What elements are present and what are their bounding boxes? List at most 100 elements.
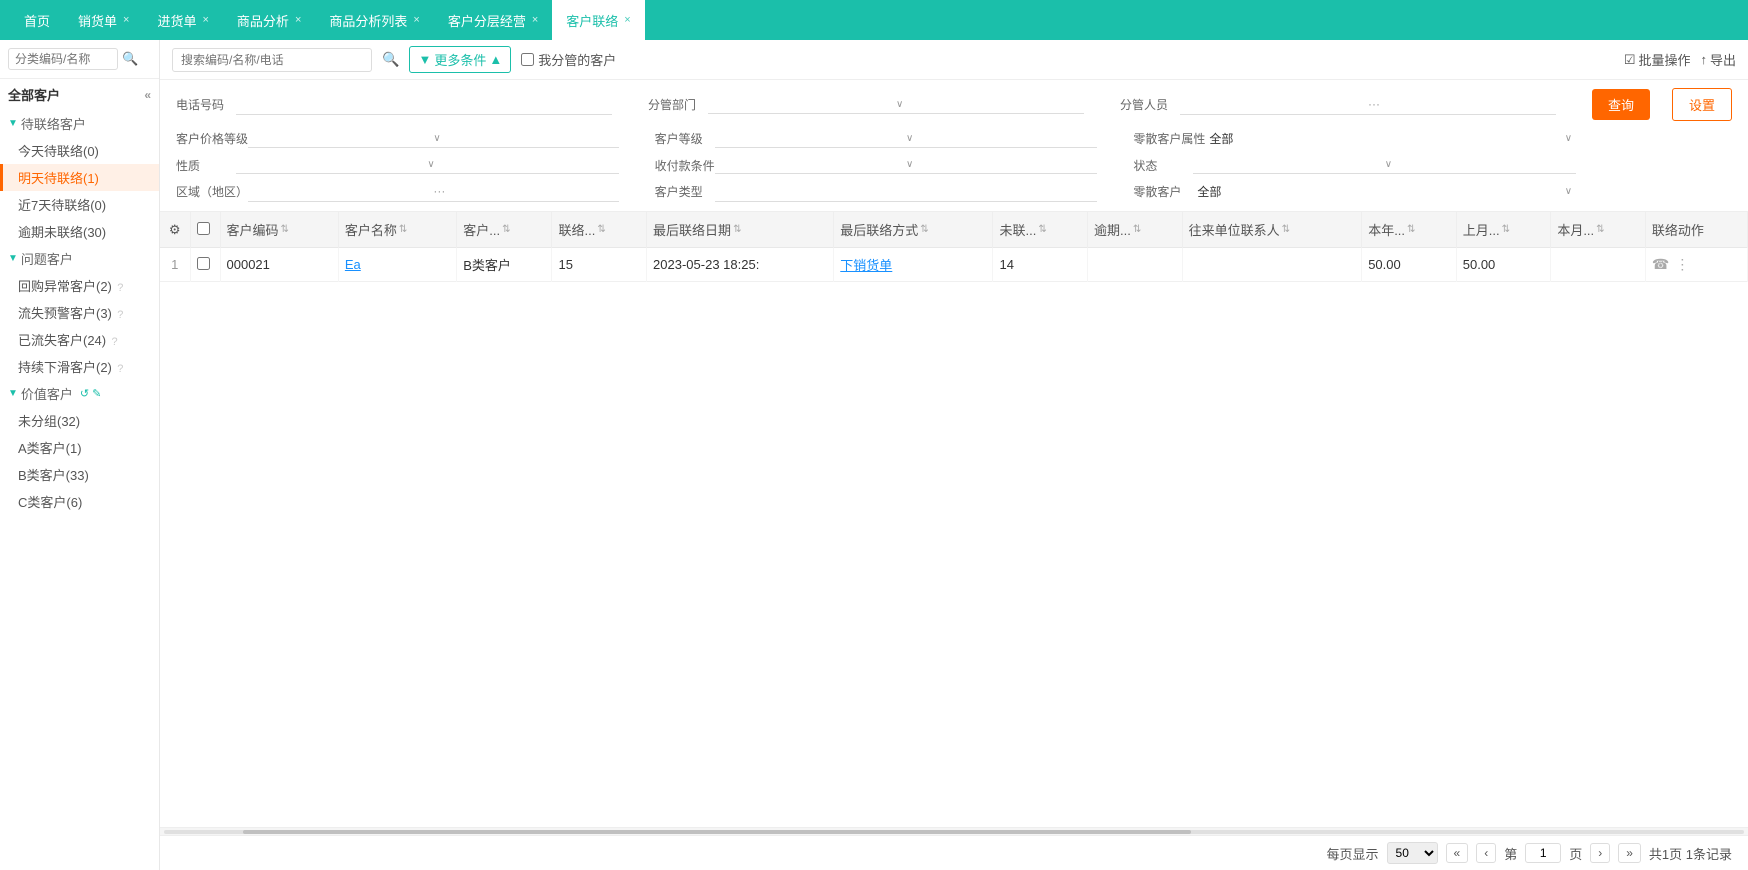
customer-search-button[interactable]: 🔍 (382, 51, 399, 68)
group-pending-contact-label: 待联络客户 (21, 114, 86, 133)
collapse-icon: « (144, 88, 151, 102)
col-customer-type: 客户... ⇅ (457, 212, 552, 248)
cell-unit-contact (1182, 248, 1362, 282)
nav-home[interactable]: 首页 (10, 0, 64, 40)
action-grid-icon[interactable]: ⋮ (1675, 256, 1689, 273)
nav-product-analysis[interactable]: 商品分析 × (223, 0, 315, 40)
action-phone-icon[interactable]: ☎ (1652, 256, 1669, 273)
sidebar-item-ungrouped[interactable]: 未分组(32) (0, 407, 159, 434)
scattered-attr-dropdown[interactable]: ∨ (1561, 130, 1576, 147)
group-pending-contact[interactable]: ▼ 待联络客户 (0, 110, 159, 137)
sidebar-item-tomorrow-contact[interactable]: 明天待联络(1) (0, 164, 159, 191)
cell-checkbox[interactable] (190, 248, 220, 282)
all-customers-header[interactable]: 全部客户 « (0, 79, 159, 110)
sidebar-item-a-class[interactable]: A类客户(1) (0, 434, 159, 461)
cell-last-contact-method[interactable]: 下销货单 (834, 248, 993, 282)
sort-type-icon[interactable]: ⇅ (502, 224, 510, 235)
region-dropdown[interactable]: ··· (248, 181, 619, 202)
nature-field: 性质 ∨ (176, 156, 619, 174)
nature-dropdown[interactable]: ∨ (236, 156, 619, 174)
sort-code-icon[interactable]: ⇅ (281, 224, 289, 235)
my-customers-checkbox[interactable] (521, 53, 534, 66)
scroll-thumb[interactable] (243, 830, 1191, 834)
nav-customer-contact-close[interactable]: × (624, 14, 630, 26)
sidebar-search-input[interactable] (8, 48, 118, 70)
customer-level-label: 客户等级 (655, 130, 715, 147)
sort-unit-icon[interactable]: ⇅ (1282, 224, 1290, 235)
scroll-track (164, 830, 1744, 834)
refresh-icon[interactable]: ↺ (80, 387, 89, 400)
export-button[interactable]: ↑ 导出 (1700, 50, 1736, 69)
sort-month-icon[interactable]: ⇅ (1596, 224, 1604, 235)
price-level-dropdown[interactable]: ∨ (248, 130, 619, 148)
sort-date-icon[interactable]: ⇅ (733, 224, 741, 235)
group-problem-customers[interactable]: ▼ 问题客户 (0, 245, 159, 272)
sidebar-item-c-class[interactable]: C类客户(6) (0, 488, 159, 515)
last-page-button[interactable]: » (1618, 843, 1641, 863)
edit-icon[interactable]: ✎ (92, 387, 101, 400)
col-action: 联络动作 (1645, 212, 1747, 248)
export-icon: ↑ (1700, 52, 1707, 67)
more-conditions-button[interactable]: ▼ 更多条件 ▲ (409, 46, 511, 73)
sort-year-icon[interactable]: ⇅ (1407, 224, 1415, 235)
col-customer-code: 客户编码 ⇅ (220, 212, 338, 248)
cell-unreached: 14 (993, 248, 1088, 282)
batch-operation-button[interactable]: ☑ 批量操作 (1624, 50, 1691, 69)
sort-overdue-icon[interactable]: ⇅ (1133, 224, 1141, 235)
payment-terms-dropdown[interactable]: ∨ (715, 156, 1098, 174)
scattered-customer-dropdown[interactable]: ∨ (1561, 183, 1576, 200)
next-page-button[interactable]: › (1590, 843, 1610, 863)
cell-customer-name[interactable]: Ea (338, 248, 456, 282)
first-page-button[interactable]: « (1446, 843, 1469, 863)
sidebar-item-b-class[interactable]: B类客户(33) (0, 461, 159, 488)
col-checkbox-header[interactable] (190, 212, 220, 248)
sidebar-item-today-contact[interactable]: 今天待联络(0) (0, 137, 159, 164)
sidebar-item-7days-contact[interactable]: 近7天待联络(0) (0, 191, 159, 218)
payment-terms-field: 收付款条件 ∨ (655, 156, 1098, 174)
horizontal-scrollbar[interactable] (160, 827, 1748, 835)
query-button[interactable]: 查询 (1592, 89, 1650, 120)
page-number-input[interactable] (1525, 843, 1561, 863)
nav-product-analysis-list[interactable]: 商品分析列表 × (315, 0, 433, 40)
status-dropdown[interactable]: ∨ (1193, 156, 1576, 174)
sidebar-item-churned[interactable]: 已流失客户(24) ? (0, 326, 159, 353)
scattered-attr-field: 零散客户属性 全部 ∨ (1133, 127, 1576, 150)
customer-search-input[interactable] (172, 48, 372, 72)
sort-name-icon[interactable]: ⇅ (399, 224, 407, 235)
dept-dropdown[interactable]: ∨ (708, 96, 1084, 114)
table-header-row: ⚙ 客户编码 ⇅ 客户名称 ⇅ (160, 212, 1748, 248)
my-customers-filter[interactable]: 我分管的客户 (521, 50, 616, 69)
group-value-customers[interactable]: ▼ 价值客户 ↺ ✎ (0, 380, 159, 407)
nav-customer-tier-close[interactable]: × (532, 14, 538, 26)
sidebar-item-overdue-contact[interactable]: 逾期未联络(30) (0, 218, 159, 245)
sort-method-icon[interactable]: ⇅ (920, 224, 928, 235)
person-dropdown[interactable]: ··· (1180, 94, 1556, 115)
prev-page-button[interactable]: ‹ (1476, 843, 1496, 863)
settings-button[interactable]: 设置 (1672, 88, 1732, 121)
col-settings[interactable]: ⚙ (160, 212, 190, 248)
nav-sales-order-close[interactable]: × (123, 14, 129, 26)
phone-input[interactable] (236, 94, 612, 115)
customer-level-dropdown[interactable]: ∨ (715, 130, 1098, 148)
nav-product-analysis-list-close[interactable]: × (413, 14, 419, 26)
nav-customer-contact[interactable]: 客户联络 × (552, 0, 644, 40)
nav-purchase-order[interactable]: 进货单 × (143, 0, 222, 40)
col-last-month: 上月... ⇅ (1456, 212, 1551, 248)
sort-lmonth-icon[interactable]: ⇅ (1502, 224, 1510, 235)
nav-customer-tier[interactable]: 客户分层经营 × (434, 0, 552, 40)
customer-type-input[interactable] (715, 181, 1098, 202)
row-checkbox[interactable] (197, 257, 210, 270)
nav-purchase-order-close[interactable]: × (202, 14, 208, 26)
sort-contact-icon[interactable]: ⇅ (597, 224, 605, 235)
scattered-attr-label: 零散客户属性 (1133, 130, 1205, 147)
sidebar-search-icon[interactable]: 🔍 (122, 51, 138, 67)
sidebar-item-declining[interactable]: 持续下滑客户(2) ? (0, 353, 159, 380)
nav-sales-order[interactable]: 销货单 × (64, 0, 143, 40)
select-all-checkbox[interactable] (197, 222, 210, 235)
page-size-select[interactable]: 50 100 200 (1387, 842, 1438, 864)
sidebar-item-churn-warning[interactable]: 流失预警客户(3) ? (0, 299, 159, 326)
nav-product-analysis-close[interactable]: × (295, 14, 301, 26)
sort-unreached-icon[interactable]: ⇅ (1038, 224, 1046, 235)
sidebar-item-abnormal-repurchase[interactable]: 回购异常客户(2) ? (0, 272, 159, 299)
price-level-field: 客户价格等级 ∨ (176, 130, 619, 148)
